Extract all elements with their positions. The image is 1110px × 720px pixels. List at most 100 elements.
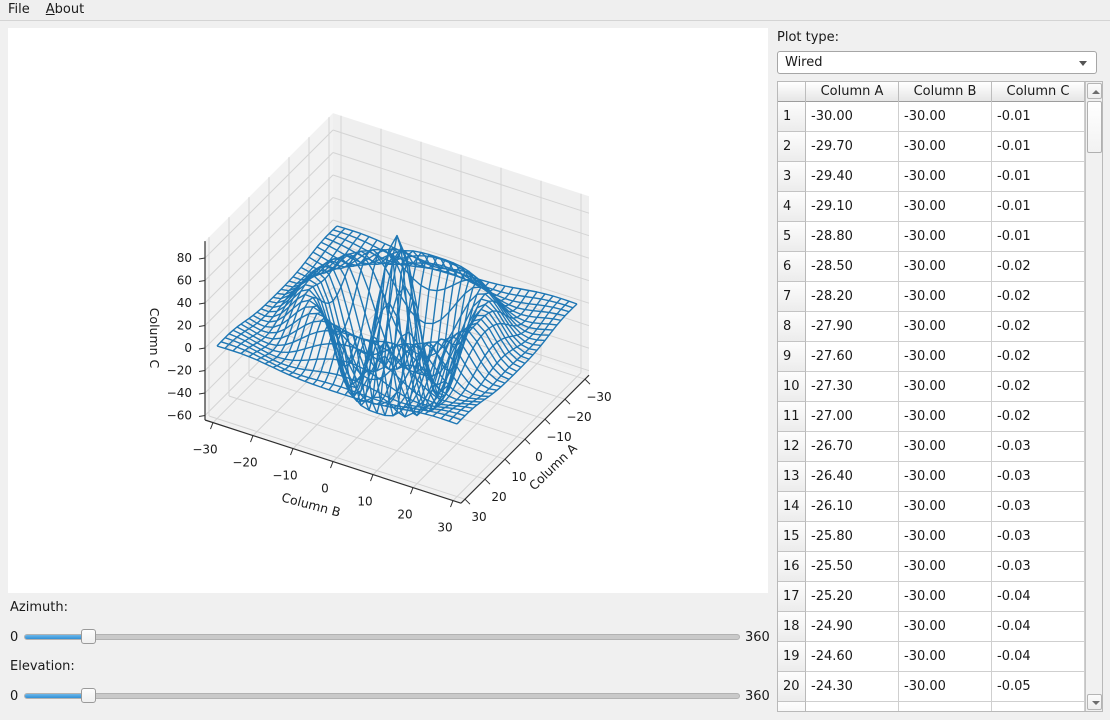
table-cell[interactable]: -30.00 — [899, 102, 992, 132]
azimuth-slider-thumb[interactable] — [81, 629, 96, 644]
table-cell[interactable]: -26.40 — [806, 462, 899, 492]
table-cell[interactable]: -0.02 — [992, 312, 1085, 342]
table-cell[interactable]: -0.04 — [992, 582, 1085, 612]
row-number-cell[interactable]: 6 — [778, 252, 806, 282]
table-cell[interactable]: -30.00 — [899, 252, 992, 282]
row-number-cell[interactable]: 3 — [778, 162, 806, 192]
table-cell[interactable]: -28.20 — [806, 282, 899, 312]
elevation-slider-track[interactable] — [24, 693, 740, 699]
table-cell[interactable]: -30.00 — [899, 222, 992, 252]
row-number-cell[interactable]: 5 — [778, 222, 806, 252]
row-number-cell[interactable] — [778, 702, 806, 712]
table-cell[interactable]: -26.70 — [806, 432, 899, 462]
table-cell[interactable]: -30.00 — [899, 372, 992, 402]
table-cell[interactable]: -27.60 — [806, 342, 899, 372]
table-cell[interactable]: -0.03 — [992, 492, 1085, 522]
table-cell[interactable]: -30.00 — [899, 282, 992, 312]
row-number-cell[interactable]: 20 — [778, 672, 806, 702]
elevation-slider[interactable] — [24, 688, 740, 704]
table-cell[interactable]: -25.80 — [806, 522, 899, 552]
table-cell[interactable] — [992, 702, 1085, 712]
table-cell[interactable]: -30.00 — [899, 402, 992, 432]
elevation-slider-thumb[interactable] — [81, 688, 96, 703]
table-cell[interactable]: -27.00 — [806, 402, 899, 432]
table-cell[interactable]: -0.02 — [992, 282, 1085, 312]
table-cell[interactable]: -24.60 — [806, 642, 899, 672]
column-header-column-a[interactable]: Column A — [806, 82, 899, 102]
table-cell[interactable]: -0.03 — [992, 462, 1085, 492]
row-number-cell[interactable]: 7 — [778, 282, 806, 312]
table-cell[interactable]: -0.01 — [992, 132, 1085, 162]
table-cell[interactable]: -0.03 — [992, 552, 1085, 582]
row-number-cell[interactable]: 16 — [778, 552, 806, 582]
row-number-cell[interactable]: 11 — [778, 402, 806, 432]
table-cell[interactable]: -25.50 — [806, 552, 899, 582]
row-number-cell[interactable]: 9 — [778, 342, 806, 372]
table-cell[interactable]: -30.00 — [899, 672, 992, 702]
table-cell[interactable]: -30.00 — [899, 642, 992, 672]
azimuth-slider-track[interactable] — [24, 634, 740, 640]
table-cell[interactable]: -30.00 — [899, 462, 992, 492]
table-cell[interactable]: -0.02 — [992, 252, 1085, 282]
row-number-cell[interactable]: 1 — [778, 102, 806, 132]
row-number-cell[interactable]: 13 — [778, 462, 806, 492]
table-cell[interactable]: -0.01 — [992, 162, 1085, 192]
table-cell[interactable]: -29.40 — [806, 162, 899, 192]
table-cell[interactable]: -0.01 — [992, 192, 1085, 222]
table-cell[interactable]: -30.00 — [899, 312, 992, 342]
table-cell[interactable]: -0.04 — [992, 642, 1085, 672]
scroll-down-button[interactable] — [1087, 694, 1102, 710]
table-cell[interactable]: -30.00 — [899, 192, 992, 222]
table-cell[interactable] — [806, 702, 899, 712]
table-cell[interactable]: -27.30 — [806, 372, 899, 402]
table-cell[interactable]: -30.00 — [806, 102, 899, 132]
row-number-cell[interactable]: 19 — [778, 642, 806, 672]
table-cell[interactable]: -24.90 — [806, 612, 899, 642]
table-cell[interactable]: -30.00 — [899, 492, 992, 522]
table-cell[interactable]: -0.02 — [992, 402, 1085, 432]
table-cell[interactable] — [899, 702, 992, 712]
table-cell[interactable]: -29.10 — [806, 192, 899, 222]
row-number-cell[interactable]: 10 — [778, 372, 806, 402]
table-cell[interactable]: -30.00 — [899, 342, 992, 372]
table-cell[interactable]: -30.00 — [899, 612, 992, 642]
table-cell[interactable]: -0.02 — [992, 372, 1085, 402]
row-number-cell[interactable]: 12 — [778, 432, 806, 462]
row-number-cell[interactable]: 8 — [778, 312, 806, 342]
table-cell[interactable]: -29.70 — [806, 132, 899, 162]
table-cell[interactable]: -30.00 — [899, 162, 992, 192]
table-cell[interactable]: -0.04 — [992, 612, 1085, 642]
table-cell[interactable]: -24.30 — [806, 672, 899, 702]
column-header-column-c[interactable]: Column C — [992, 82, 1085, 102]
row-number-cell[interactable]: 17 — [778, 582, 806, 612]
azimuth-slider[interactable] — [24, 629, 740, 645]
table-cell[interactable]: -28.50 — [806, 252, 899, 282]
menu-item-about[interactable]: About — [38, 0, 92, 20]
table-cell[interactable]: -30.00 — [899, 582, 992, 612]
row-number-cell[interactable]: 15 — [778, 522, 806, 552]
table-cell[interactable]: -28.80 — [806, 222, 899, 252]
table-cell[interactable]: -30.00 — [899, 432, 992, 462]
table-cell[interactable]: -0.05 — [992, 672, 1085, 702]
table-cell[interactable]: -0.01 — [992, 222, 1085, 252]
plot-type-combobox[interactable]: Wired — [777, 51, 1097, 74]
scrollbar-thumb[interactable] — [1087, 101, 1102, 153]
table-cell[interactable]: -30.00 — [899, 132, 992, 162]
table-cell[interactable]: -0.01 — [992, 102, 1085, 132]
table-cell[interactable]: -30.00 — [899, 522, 992, 552]
column-header-column-b[interactable]: Column B — [899, 82, 992, 102]
table-cell[interactable]: -0.03 — [992, 432, 1085, 462]
table-cell[interactable]: -30.00 — [899, 552, 992, 582]
table-cell[interactable]: -0.03 — [992, 522, 1085, 552]
scroll-up-button[interactable] — [1087, 83, 1102, 99]
plot-canvas[interactable]: −30−20−100102030−30−20−10010203080604020… — [8, 28, 768, 593]
row-number-cell[interactable]: 18 — [778, 612, 806, 642]
table-cell[interactable]: -0.02 — [992, 342, 1085, 372]
row-number-cell[interactable]: 14 — [778, 492, 806, 522]
row-number-cell[interactable]: 4 — [778, 192, 806, 222]
menu-item-file[interactable]: File — [0, 0, 38, 20]
table-cell[interactable]: -26.10 — [806, 492, 899, 522]
row-number-cell[interactable]: 2 — [778, 132, 806, 162]
table-cell[interactable]: -27.90 — [806, 312, 899, 342]
table-cell[interactable]: -25.20 — [806, 582, 899, 612]
